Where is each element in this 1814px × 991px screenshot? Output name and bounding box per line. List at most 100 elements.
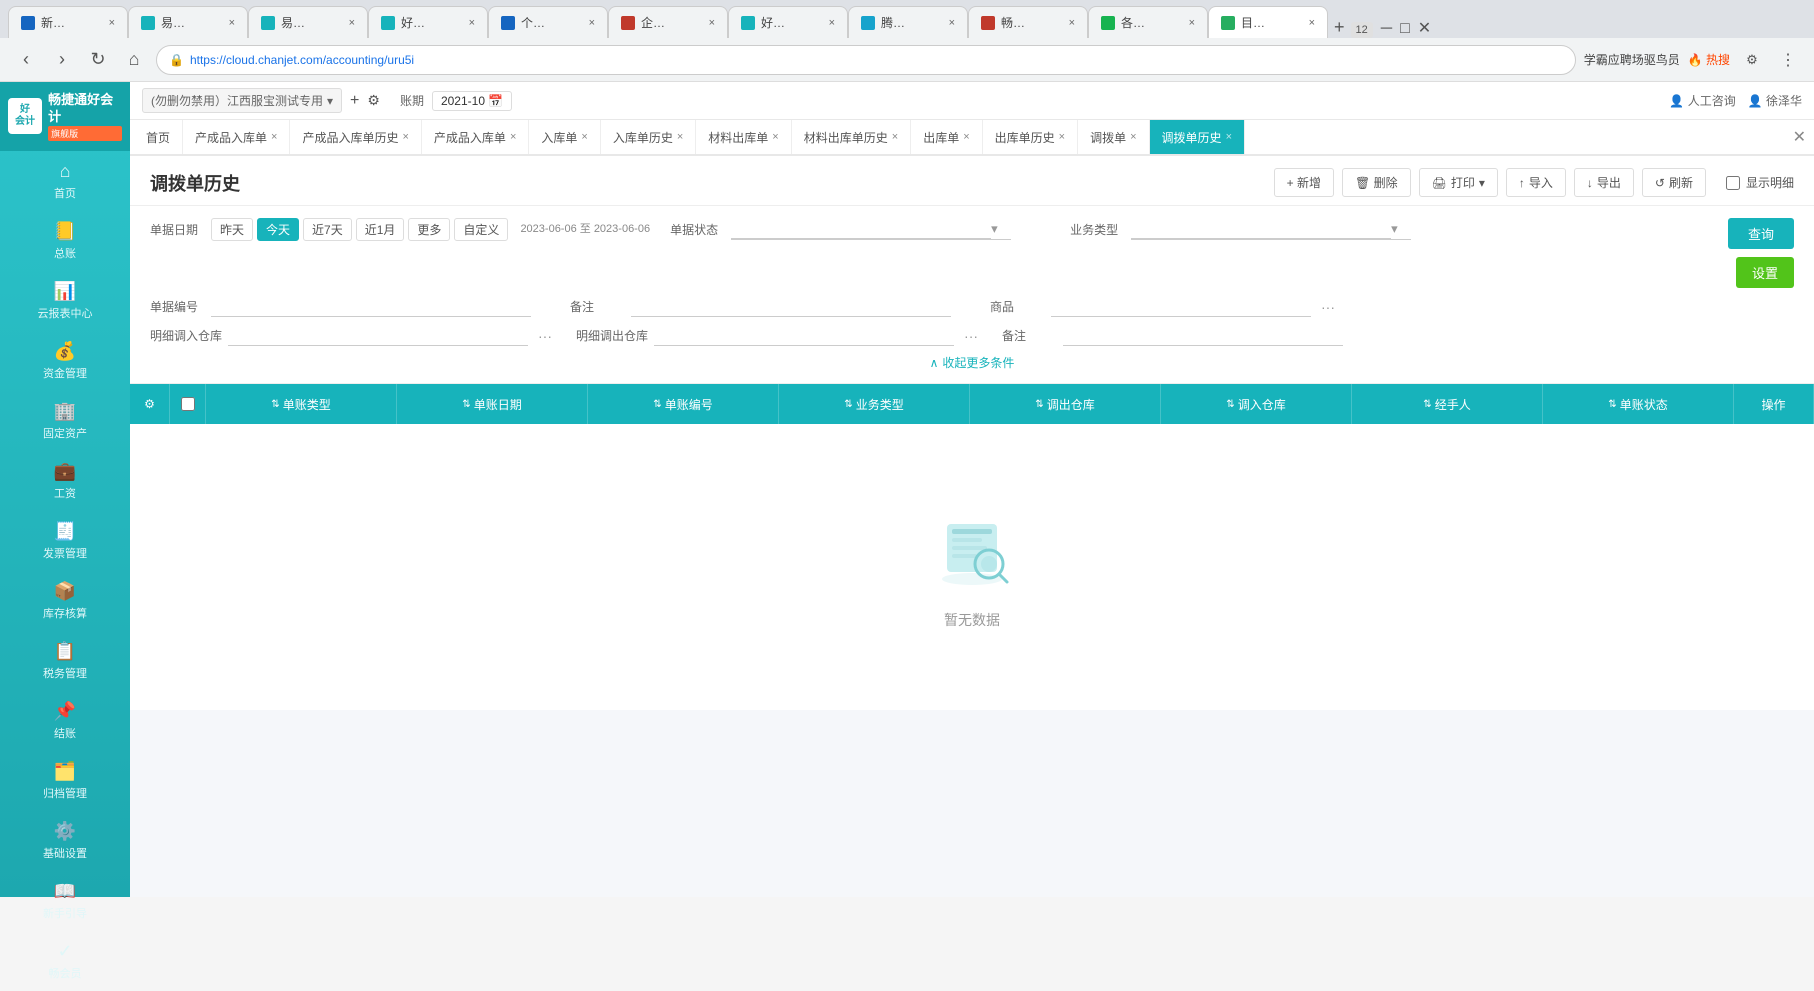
detail-remark-input[interactable] xyxy=(1063,325,1343,346)
tab-close-2[interactable]: × xyxy=(229,17,235,29)
tab-material-out-history[interactable]: 材料出库单历史 × xyxy=(792,120,911,155)
sidebar-item-tax[interactable]: 📋 税务管理 xyxy=(0,631,130,691)
browser-tab-3[interactable]: 易… × xyxy=(248,6,368,38)
window-close[interactable]: ✕ xyxy=(1418,18,1431,38)
tab-close-out-history[interactable]: × xyxy=(1059,131,1065,143)
browser-tab-10[interactable]: 各… × xyxy=(1088,6,1208,38)
reload-button[interactable]: ↻ xyxy=(84,46,112,74)
display-toggle-checkbox[interactable] xyxy=(1726,176,1740,190)
export-button[interactable]: ↓ 导出 xyxy=(1574,168,1634,197)
select-all-checkbox[interactable] xyxy=(181,397,195,411)
customer-service[interactable]: 👤 人工咨询 xyxy=(1669,92,1735,109)
tab-close-8[interactable]: × xyxy=(949,17,955,29)
th-handler[interactable]: ⇅ 经手人 xyxy=(1352,384,1543,424)
biztype-input[interactable] xyxy=(1131,218,1391,239)
tab-close-5[interactable]: × xyxy=(589,17,595,29)
tab-transfer[interactable]: 调拨单 × xyxy=(1078,120,1149,155)
browser-tab-5[interactable]: 个… × xyxy=(488,6,608,38)
sidebar-item-member[interactable]: ✓ 畅会员 xyxy=(0,931,130,991)
sidebar-item-invoice[interactable]: 🧾 发票管理 xyxy=(0,511,130,571)
add-company-button[interactable]: + xyxy=(350,92,359,110)
collapse-button[interactable]: ∧ 收起更多条件 xyxy=(930,354,1015,371)
query-button[interactable]: 查询 xyxy=(1728,218,1794,249)
settings-button[interactable]: 设置 xyxy=(1736,257,1794,288)
sidebar-item-home[interactable]: ⌂ 首页 xyxy=(0,151,130,211)
sidebar-item-closing[interactable]: 📌 结账 xyxy=(0,691,130,751)
browser-tab-2[interactable]: 易… × xyxy=(128,6,248,38)
window-maximize[interactable]: □ xyxy=(1400,20,1410,38)
extensions-button[interactable]: ⚙ xyxy=(1738,46,1766,74)
th-no[interactable]: ⇅ 单账编号 xyxy=(588,384,779,424)
back-button[interactable]: ‹ xyxy=(12,46,40,74)
period-value[interactable]: 2021-10 📅 xyxy=(432,91,512,111)
th-gear[interactable]: ⚙ xyxy=(130,384,170,424)
remark-input[interactable] xyxy=(631,296,951,317)
browser-tab-6[interactable]: 企… × xyxy=(608,6,728,38)
date-7days-btn[interactable]: 近7天 xyxy=(303,218,352,241)
tab-close-product-in-history[interactable]: × xyxy=(402,131,408,143)
goods-input[interactable] xyxy=(1051,296,1311,317)
tab-close-4[interactable]: × xyxy=(469,17,475,29)
tab-close-9[interactable]: × xyxy=(1069,17,1075,29)
import-button[interactable]: ↑ 导入 xyxy=(1506,168,1566,197)
tab-product-in2[interactable]: 产成品入库单 × xyxy=(422,120,529,155)
tab-product-in[interactable]: 产成品入库单 × xyxy=(183,120,290,155)
home-button[interactable]: ⌂ xyxy=(120,46,148,74)
detail-in-input[interactable] xyxy=(228,325,528,346)
tab-in-history[interactable]: 入库单历史 × xyxy=(601,120,696,155)
tab-close-6[interactable]: × xyxy=(709,17,715,29)
address-bar[interactable]: 🔒 https://cloud.chanjet.com/accounting/u… xyxy=(156,45,1576,75)
tab-close-material-out[interactable]: × xyxy=(772,131,778,143)
tab-product-in-history[interactable]: 产成品入库单历史 × xyxy=(290,120,421,155)
sidebar-item-ledger[interactable]: 📒 总账 xyxy=(0,211,130,271)
sidebar-item-archive[interactable]: 🗂️ 归档管理 xyxy=(0,751,130,811)
browser-tab-11[interactable]: 目… × xyxy=(1208,6,1328,38)
status-dropdown-icon[interactable]: ▾ xyxy=(991,221,998,237)
tab-close-transfer-history[interactable]: × xyxy=(1226,131,1232,143)
browser-tab-8[interactable]: 腾… × xyxy=(848,6,968,38)
tab-close-product-in2[interactable]: × xyxy=(510,131,516,143)
refresh-button[interactable]: ↺ 刷新 xyxy=(1642,168,1706,197)
sidebar-item-guide[interactable]: 📖 新手引导 xyxy=(0,871,130,931)
docno-input[interactable] xyxy=(211,296,531,317)
tab-in-order[interactable]: 入库单 × xyxy=(529,120,600,155)
date-1month-btn[interactable]: 近1月 xyxy=(356,218,405,241)
tab-material-out[interactable]: 材料出库单 × xyxy=(696,120,791,155)
tab-close-11[interactable]: × xyxy=(1309,17,1315,29)
th-type[interactable]: ⇅ 单账类型 xyxy=(206,384,397,424)
print-button[interactable]: 🖨 🖨 打印 打印 ▾ xyxy=(1419,168,1498,197)
goods-more-btn[interactable]: ··· xyxy=(1317,299,1339,315)
tab-close-1[interactable]: × xyxy=(109,17,115,29)
browser-tab-4[interactable]: 好… × xyxy=(368,6,488,38)
sidebar-item-wage[interactable]: 💼 工资 xyxy=(0,451,130,511)
tab-close-out-order[interactable]: × xyxy=(963,131,969,143)
date-more-btn[interactable]: 更多 xyxy=(408,218,450,241)
window-minimize[interactable]: ─ xyxy=(1381,20,1392,38)
print-dropdown-icon[interactable]: ▾ xyxy=(1479,176,1485,190)
delete-button[interactable]: 🗑 删除 xyxy=(1342,168,1411,197)
tab-close-3[interactable]: × xyxy=(349,17,355,29)
date-yesterday-btn[interactable]: 昨天 xyxy=(211,218,253,241)
th-in[interactable]: ⇅ 调入仓库 xyxy=(1161,384,1352,424)
detail-out-more-btn[interactable]: ··· xyxy=(960,328,982,344)
th-check[interactable] xyxy=(170,384,206,424)
new-button[interactable]: + 新增 xyxy=(1274,168,1334,197)
forward-button[interactable]: › xyxy=(48,46,76,74)
sidebar-item-inventory[interactable]: 📦 库存核算 xyxy=(0,571,130,631)
browser-tab-1[interactable]: 新… × xyxy=(8,6,128,38)
tab-close-transfer[interactable]: × xyxy=(1130,131,1136,143)
th-date[interactable]: ⇅ 单账日期 xyxy=(397,384,588,424)
tab-bar-close-all[interactable]: ✕ xyxy=(1793,127,1806,147)
settings-gear-button[interactable]: ⚙ xyxy=(367,92,380,109)
detail-out-input[interactable] xyxy=(654,325,954,346)
date-custom-btn[interactable]: 自定义 xyxy=(454,218,508,241)
sidebar-item-assets[interactable]: 🏢 固定资产 xyxy=(0,391,130,451)
tab-transfer-history[interactable]: 调拨单历史 × xyxy=(1150,120,1245,155)
company-selector[interactable]: (勿删勿禁用）江西服宝测试专用 ▾ xyxy=(142,88,342,113)
browser-tab-7[interactable]: 好… × xyxy=(728,6,848,38)
tab-out-history[interactable]: 出库单历史 × xyxy=(983,120,1078,155)
tab-close-10[interactable]: × xyxy=(1189,17,1195,29)
new-tab-button[interactable]: + xyxy=(1328,17,1351,38)
th-status[interactable]: ⇅ 单账状态 xyxy=(1543,384,1734,424)
biztype-dropdown-icon[interactable]: ▾ xyxy=(1391,221,1398,237)
